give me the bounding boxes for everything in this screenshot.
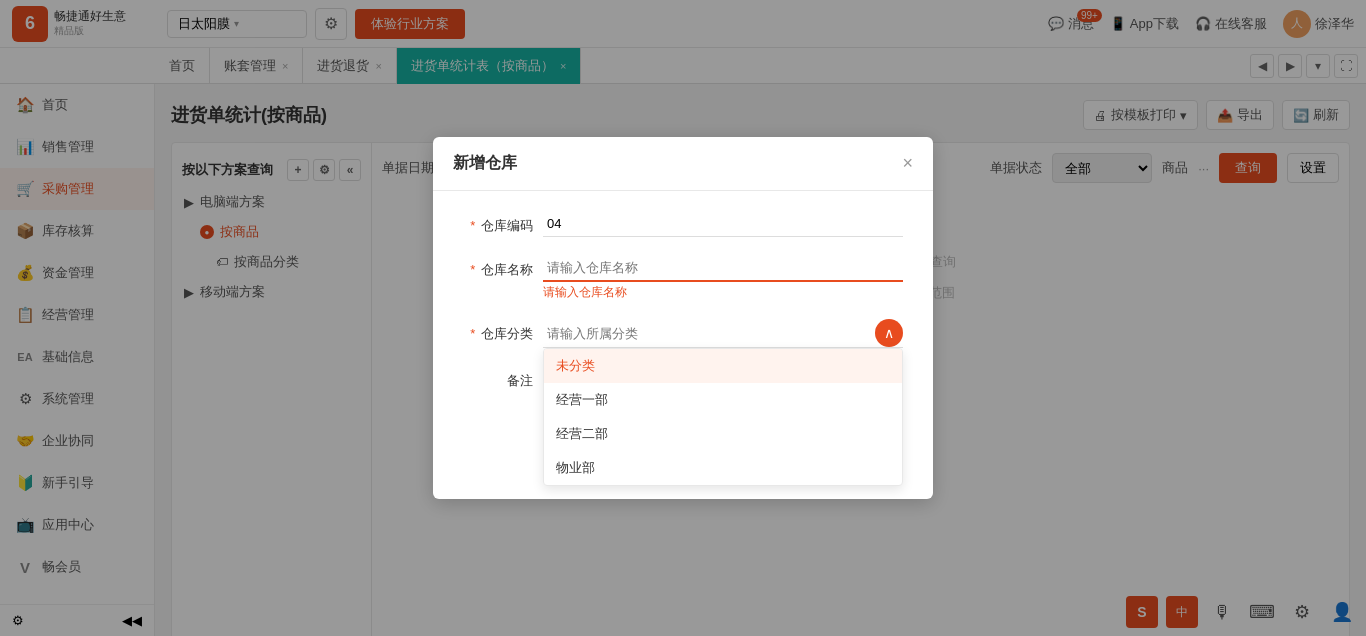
dropdown-item-dept2[interactable]: 经营二部 (544, 417, 902, 451)
category-arrow-btn[interactable]: ∧ (875, 319, 903, 347)
code-control-wrap (543, 211, 903, 237)
dropdown-item-dept1[interactable]: 经营一部 (544, 383, 902, 417)
category-control-wrap: ∧ 未分类 经营一部 经营二部 物业部 (543, 319, 903, 348)
dropdown-item-property[interactable]: 物业部 (544, 451, 902, 485)
add-warehouse-modal: 新增仓库 × * 仓库编码 * 仓库名称 (433, 137, 933, 499)
category-dropdown: 未分类 经营一部 经营二部 物业部 (543, 348, 903, 486)
category-input[interactable] (543, 321, 875, 346)
name-error-msg: 请输入仓库名称 (543, 284, 903, 301)
modal-title: 新增仓库 (453, 153, 517, 174)
modal-header: 新增仓库 × (433, 137, 933, 191)
notes-label: 备注 (463, 366, 543, 390)
required-star-cat: * (470, 326, 475, 341)
category-input-wrap: ∧ (543, 319, 903, 348)
form-row-code: * 仓库编码 (463, 211, 903, 237)
name-control-wrap: 请输入仓库名称 (543, 255, 903, 301)
name-label: * 仓库名称 (463, 255, 543, 279)
modal-overlay[interactable]: 新增仓库 × * 仓库编码 * 仓库名称 (0, 0, 1366, 636)
required-star: * (470, 218, 475, 233)
modal-body: * 仓库编码 * 仓库名称 请输入仓库名称 (433, 191, 933, 445)
category-label: * 仓库分类 (463, 319, 543, 343)
modal-close-button[interactable]: × (902, 153, 913, 174)
required-star-name: * (470, 262, 475, 277)
form-row-name: * 仓库名称 请输入仓库名称 (463, 255, 903, 301)
form-row-category: * 仓库分类 ∧ 未分类 经营一部 经营二部 物业部 (463, 319, 903, 348)
code-label: * 仓库编码 (463, 211, 543, 235)
name-input[interactable] (543, 255, 903, 282)
dropdown-item-uncategorized[interactable]: 未分类 (544, 349, 902, 383)
code-input[interactable] (543, 211, 903, 237)
